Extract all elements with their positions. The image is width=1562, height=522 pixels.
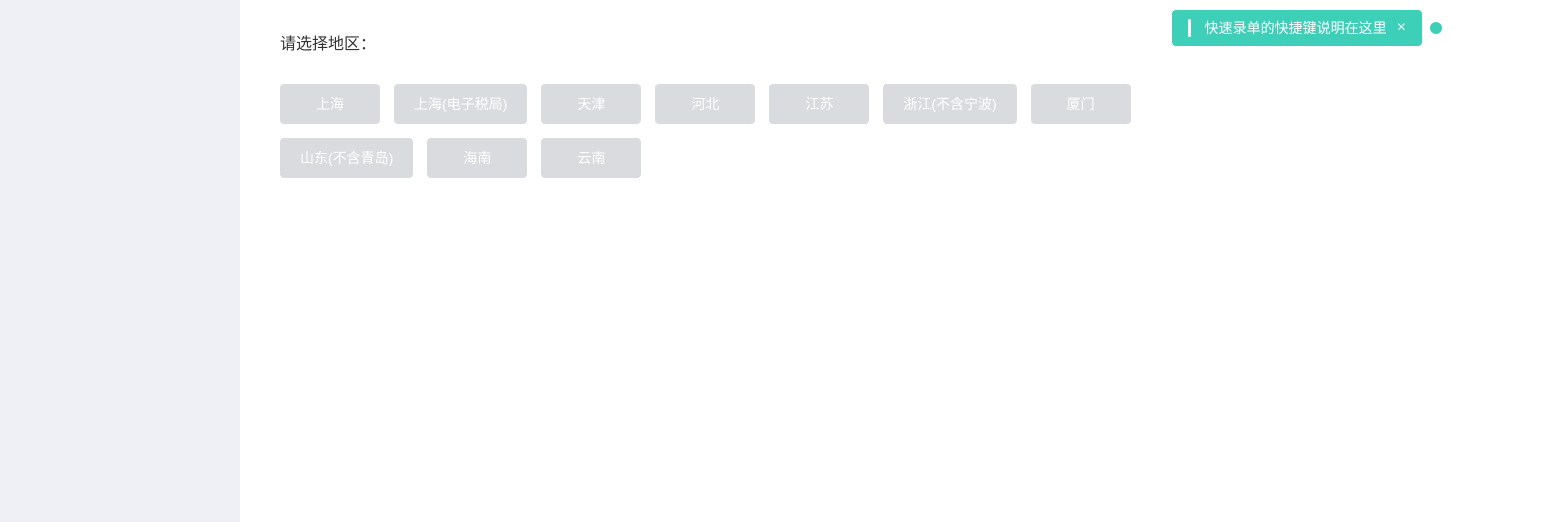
region-btn-shanghai-etax[interactable]: 上海(电子税局) — [394, 84, 527, 124]
main-content: 请选择地区： 上海上海(电子税局)天津河北江苏浙江(不含宁波)厦门 山东(不含青… — [240, 0, 1562, 522]
sidebar — [0, 0, 240, 522]
region-btn-jiangsu[interactable]: 江苏 — [769, 84, 869, 124]
tooltip-box: 快速录单的快捷键说明在这里 × — [1172, 10, 1422, 46]
region-row-2: 山东(不含青岛) 海南云南 — [280, 138, 1522, 178]
tooltip-container: 快速录单的快捷键说明在这里 × — [1172, 10, 1442, 46]
region-btn-shanghai[interactable]: 上海 — [280, 84, 380, 124]
region-row-1: 上海上海(电子税局) 天津河北江苏浙江(不含宁波) 厦门 — [280, 84, 1522, 124]
tooltip-close-button[interactable]: × — [1397, 20, 1406, 36]
region-btn-hebei[interactable]: 河北 — [655, 84, 755, 124]
region-btn-zhejiang[interactable]: 浙江(不含宁波) — [883, 84, 1016, 124]
tooltip-dot — [1430, 22, 1442, 34]
region-btn-hainan[interactable]: 海南 — [427, 138, 527, 178]
region-btn-xiamen[interactable]: 厦门 — [1031, 84, 1131, 124]
region-btn-yunnan[interactable]: 云南 — [541, 138, 641, 178]
region-btn-shandong[interactable]: 山东(不含青岛) — [280, 138, 413, 178]
tooltip-text: 快速录单的快捷键说明在这里 — [1205, 18, 1387, 38]
region-btn-tianjin[interactable]: 天津 — [541, 84, 641, 124]
